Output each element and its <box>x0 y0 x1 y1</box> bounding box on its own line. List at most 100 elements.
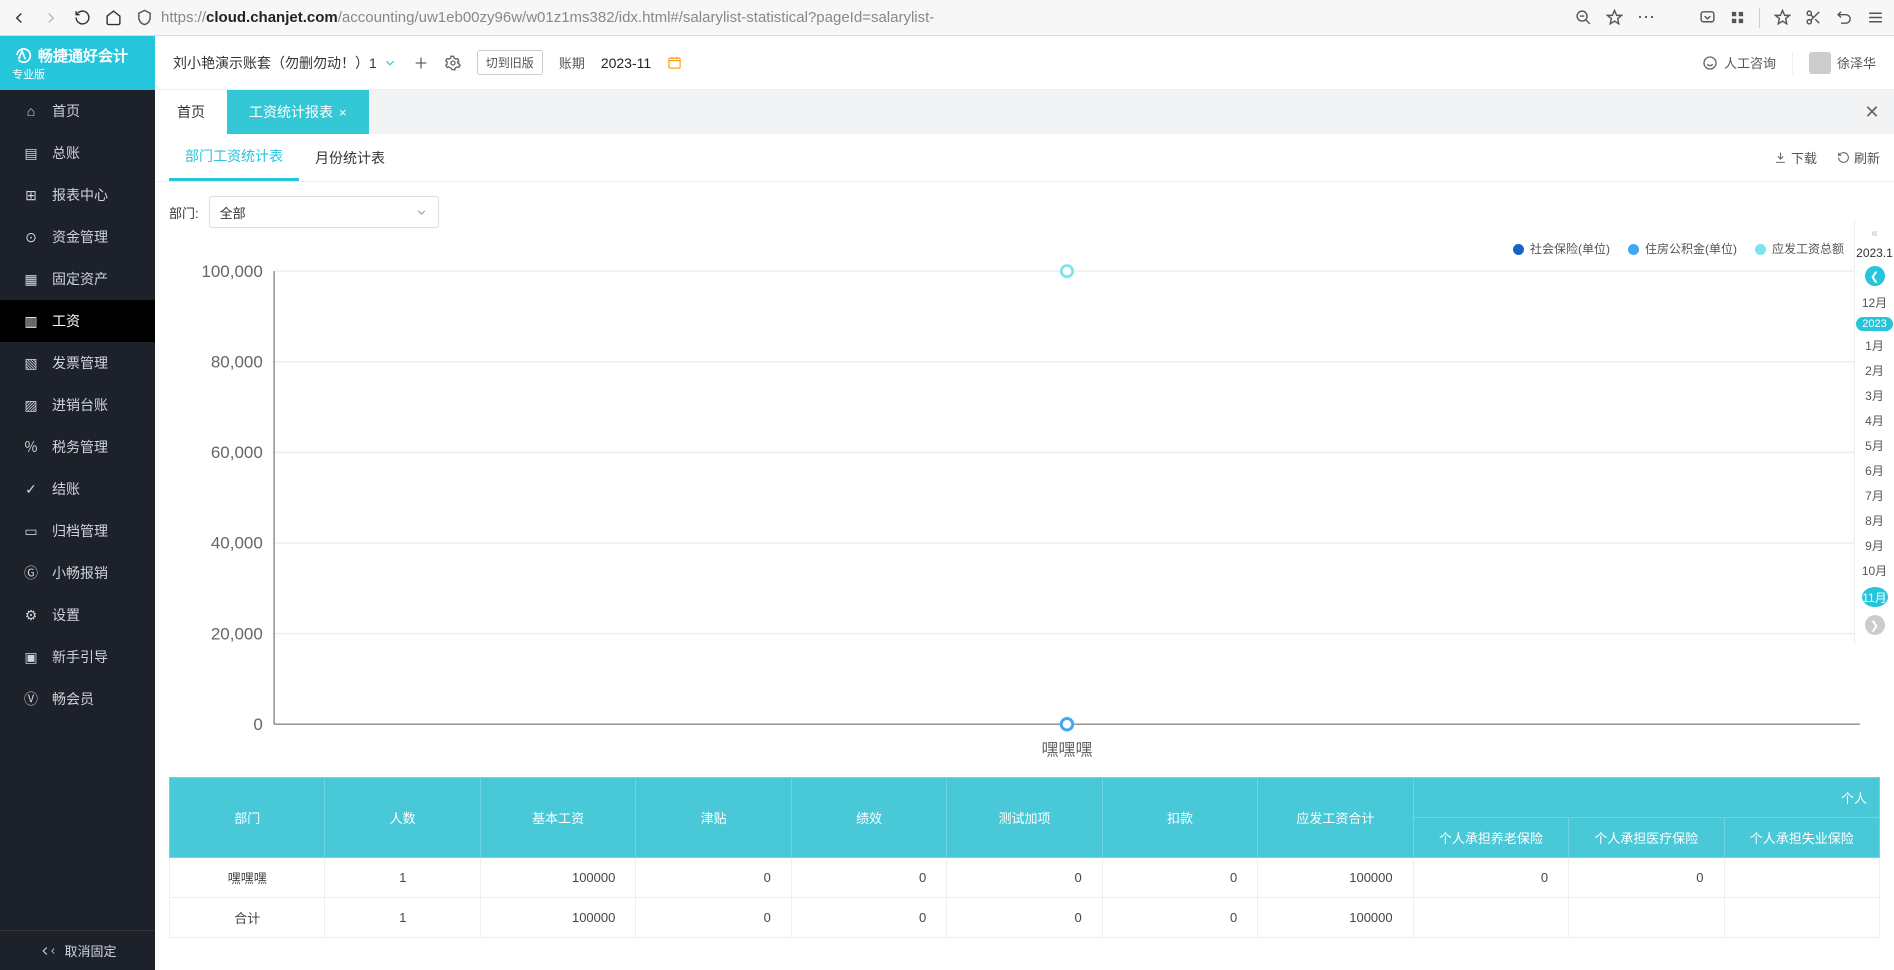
table-cell: 1 <box>325 857 480 897</box>
table-cell: 1 <box>325 897 480 937</box>
sidebar-item-9[interactable]: ✓结账 <box>0 468 155 510</box>
col-header: 部门 <box>170 777 325 857</box>
table-cell <box>1569 897 1724 937</box>
brand-logo: 畅捷通好会计 专业版 <box>0 36 155 90</box>
month-item[interactable]: 7月 <box>1865 487 1884 504</box>
calendar-icon[interactable] <box>667 55 682 70</box>
subtab[interactable]: 月份统计表 <box>299 134 401 181</box>
rail-up-icon[interactable]: ❮ <box>1865 266 1885 286</box>
month-item[interactable]: 4月 <box>1865 412 1884 429</box>
download-button[interactable]: 下载 <box>1774 148 1817 167</box>
rail-down-icon[interactable]: ❯ <box>1865 615 1885 635</box>
star-icon[interactable] <box>1606 9 1623 26</box>
page-tabs: 首页工资统计报表× ✕ <box>155 90 1894 134</box>
chevron-up-icon[interactable]: « <box>1871 226 1878 240</box>
dept-select[interactable]: 全部 <box>209 196 439 228</box>
chevron-down-icon <box>383 56 397 70</box>
table-cell: 0 <box>791 857 946 897</box>
legend-item[interactable]: 社会保险(单位) <box>1513 240 1610 257</box>
month-item[interactable]: 8月 <box>1865 512 1884 529</box>
filter-row: 部门: 全部 <box>155 182 1894 234</box>
table-cell: 0 <box>1102 897 1257 937</box>
sidebar-item-1[interactable]: ▤总账 <box>0 132 155 174</box>
month-item[interactable]: 9月 <box>1865 537 1884 554</box>
tab-close-icon[interactable]: × <box>339 105 347 120</box>
account-selector[interactable]: 刘小艳演示账套（勿删勿动！）1 <box>173 53 397 73</box>
nav-label: 归档管理 <box>52 521 108 541</box>
sidebar-item-4[interactable]: ▦固定资产 <box>0 258 155 300</box>
sidebar-item-3[interactable]: ⊙资金管理 <box>0 216 155 258</box>
home-icon[interactable] <box>105 9 122 26</box>
legend-item[interactable]: 应发工资总额 <box>1755 240 1844 257</box>
tab-1[interactable]: 工资统计报表× <box>227 90 369 134</box>
svg-text:嘿嘿嘿: 嘿嘿嘿 <box>1042 740 1093 759</box>
nav-icon: ▭ <box>22 522 40 540</box>
table-cell: 100000 <box>1258 857 1413 897</box>
sidebar-item-0[interactable]: ⌂首页 <box>0 90 155 132</box>
nav-label: 小畅报销 <box>52 563 108 583</box>
forward-icon[interactable] <box>42 9 60 27</box>
legend-item[interactable]: 住房公积金(单位) <box>1628 240 1737 257</box>
address-bar[interactable]: https://cloud.chanjet.com/accounting/uw1… <box>136 9 1561 26</box>
svg-text:40,000: 40,000 <box>211 534 263 553</box>
reload-icon[interactable] <box>74 9 91 26</box>
refresh-button[interactable]: 刷新 <box>1837 148 1880 167</box>
month-item[interactable]: 6月 <box>1865 462 1884 479</box>
sidebar-item-13[interactable]: ▣新手引导 <box>0 636 155 678</box>
chevron-down-icon <box>415 206 428 219</box>
zoom-icon[interactable] <box>1575 9 1592 26</box>
month-item[interactable]: 2月 <box>1865 362 1884 379</box>
menu-icon[interactable] <box>1867 9 1884 26</box>
bookmark-star-icon[interactable] <box>1774 9 1791 26</box>
more-icon[interactable]: ⋯ <box>1637 7 1655 28</box>
col-header: 津贴 <box>636 777 791 857</box>
top-bar: 刘小艳演示账套（勿删勿动！）1 切到旧版 账期 2023-11 人工咨询 徐泽华 <box>155 36 1894 90</box>
table-cell: 0 <box>791 897 946 937</box>
sidebar-item-11[interactable]: Ⓖ小畅报销 <box>0 552 155 594</box>
nav-icon: ⚙ <box>22 606 40 624</box>
month-item[interactable]: 1月 <box>1865 337 1884 354</box>
undo-icon[interactable] <box>1836 9 1853 26</box>
table-cell: 100000 <box>1258 897 1413 937</box>
year-label: 2023.1 <box>1856 246 1893 260</box>
scissors-icon[interactable] <box>1805 9 1822 26</box>
tab-0[interactable]: 首页 <box>155 90 227 134</box>
nav-label: 结账 <box>52 479 80 499</box>
period-value[interactable]: 2023-11 <box>601 55 651 71</box>
sidebar-item-10[interactable]: ▭ 归档管理 <box>0 510 155 552</box>
month-item[interactable]: 11月 <box>1862 587 1888 607</box>
nav-label: 设置 <box>52 605 80 625</box>
col-header: 个人承担失业保险 <box>1724 817 1879 857</box>
year-badge: 2023 <box>1856 317 1892 331</box>
subtab[interactable]: 部门工资统计表 <box>169 134 299 181</box>
nav-label: 资金管理 <box>52 227 108 247</box>
sidebar-item-5[interactable]: ▥工资 <box>0 300 155 342</box>
nav-label: 固定资产 <box>52 269 108 289</box>
back-icon[interactable] <box>10 9 28 27</box>
apps-icon[interactable] <box>1730 10 1745 25</box>
add-account-button[interactable] <box>413 55 429 71</box>
pocket-icon[interactable] <box>1699 9 1716 26</box>
month-item[interactable]: 10月 <box>1862 562 1887 579</box>
month-item[interactable]: 12月 <box>1862 294 1887 311</box>
sidebar-item-6[interactable]: ▧发票管理 <box>0 342 155 384</box>
nav-label: 首页 <box>52 101 80 121</box>
sidebar-item-14[interactable]: Ⓥ畅会员 <box>0 678 155 720</box>
col-header: 基本工资 <box>480 777 635 857</box>
col-header: 人数 <box>325 777 480 857</box>
nav-icon: ▨ <box>22 396 40 414</box>
month-item[interactable]: 3月 <box>1865 387 1884 404</box>
table-cell: 0 <box>947 897 1102 937</box>
sidebar-item-8[interactable]: ％税务管理 <box>0 426 155 468</box>
sidebar-item-2[interactable]: ⊞报表中心 <box>0 174 155 216</box>
month-item[interactable]: 5月 <box>1865 437 1884 454</box>
user-menu[interactable]: 徐泽华 <box>1809 52 1876 74</box>
sidebar-item-12[interactable]: ⚙ 设置 <box>0 594 155 636</box>
gear-icon[interactable] <box>445 55 461 71</box>
sidebar-item-7[interactable]: ▨进销台账 <box>0 384 155 426</box>
switch-version-button[interactable]: 切到旧版 <box>477 50 543 75</box>
close-icon[interactable]: ✕ <box>1858 98 1886 126</box>
support-link[interactable]: 人工咨询 <box>1702 53 1776 72</box>
sidebar-collapse-button[interactable]: 取消固定 <box>0 930 155 970</box>
table-row: 嘿嘿嘿1100000000010000000 <box>170 857 1880 897</box>
